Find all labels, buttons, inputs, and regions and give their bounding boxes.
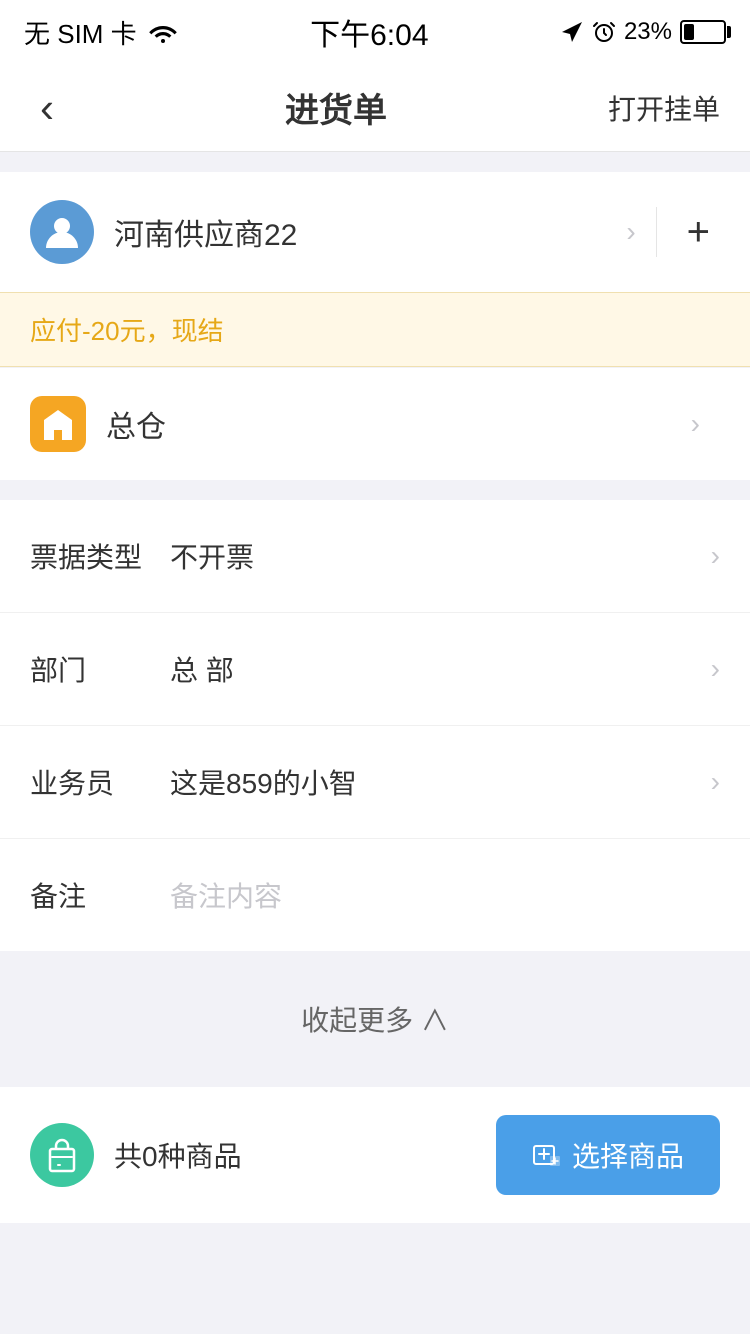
select-product-label: 选择商品 [572,1135,684,1175]
product-count-label: 共0种商品 [114,1135,496,1175]
collapse-more-button[interactable]: 收起更多 ∧ [0,971,750,1067]
invoice-type-label: 票据类型 [30,536,160,576]
alarm-icon [592,20,616,44]
remark-label: 备注 [30,875,160,915]
warehouse-icon [40,406,76,442]
supplier-section: 河南供应商22 › + 应付-20元，现结 总仓 › [0,172,750,480]
warehouse-icon-container [30,396,86,452]
department-label: 部门 [30,649,160,689]
department-row[interactable]: 部门 总 部 › [0,613,750,726]
battery-percent: 23% [624,18,672,46]
department-chevron-icon: › [711,653,720,685]
status-time: 下午6:04 [310,10,428,54]
page-title: 进货单 [285,83,387,132]
warehouse-chevron-icon: › [691,408,700,440]
supplier-name: 河南供应商22 [114,210,626,254]
shopping-bag-icon [42,1135,82,1175]
vertical-divider [656,207,657,257]
form-section: 票据类型 不开票 › 部门 总 部 › 业务员 这是859的小智 › 备注 备注… [0,500,750,951]
invoice-type-row[interactable]: 票据类型 不开票 › [0,500,750,613]
back-button[interactable]: ‹ [30,74,64,142]
person-icon [42,212,82,252]
salesperson-row[interactable]: 业务员 这是859的小智 › [0,726,750,839]
carrier-text: 无 SIM 卡 [24,14,137,51]
product-icon-container [30,1123,94,1187]
warehouse-row[interactable]: 总仓 › [0,367,750,480]
status-bar: 无 SIM 卡 下午6:04 23% [0,0,750,64]
status-right: 23% [560,18,726,46]
supplier-chevron-icon: › [626,216,635,248]
location-icon [560,20,584,44]
supplier-row[interactable]: 河南供应商22 › + [0,172,750,292]
salesperson-chevron-icon: › [711,766,720,798]
supplier-avatar [30,200,94,264]
remark-row[interactable]: 备注 备注内容 [0,839,750,951]
battery-icon [680,20,726,44]
salesperson-value: 这是859的小智 [170,762,711,802]
select-product-icon [532,1140,562,1170]
department-value: 总 部 [170,649,711,689]
add-supplier-button[interactable]: + [677,210,720,255]
nav-bar: ‹ 进货单 打开挂单 [0,64,750,152]
select-product-button[interactable]: 选择商品 [496,1115,720,1195]
product-section: 共0种商品 选择商品 [0,1087,750,1223]
supplier-alert: 应付-20元，现结 [0,292,750,367]
open-pending-button[interactable]: 打开挂单 [608,88,720,128]
section-gap-1 [0,152,750,172]
wifi-icon [147,20,179,44]
remark-input[interactable]: 备注内容 [170,875,720,915]
salesperson-label: 业务员 [30,762,160,802]
invoice-type-value: 不开票 [170,536,711,576]
warehouse-name: 总仓 [106,402,691,446]
status-left: 无 SIM 卡 [24,14,179,51]
invoice-type-chevron-icon: › [711,540,720,572]
